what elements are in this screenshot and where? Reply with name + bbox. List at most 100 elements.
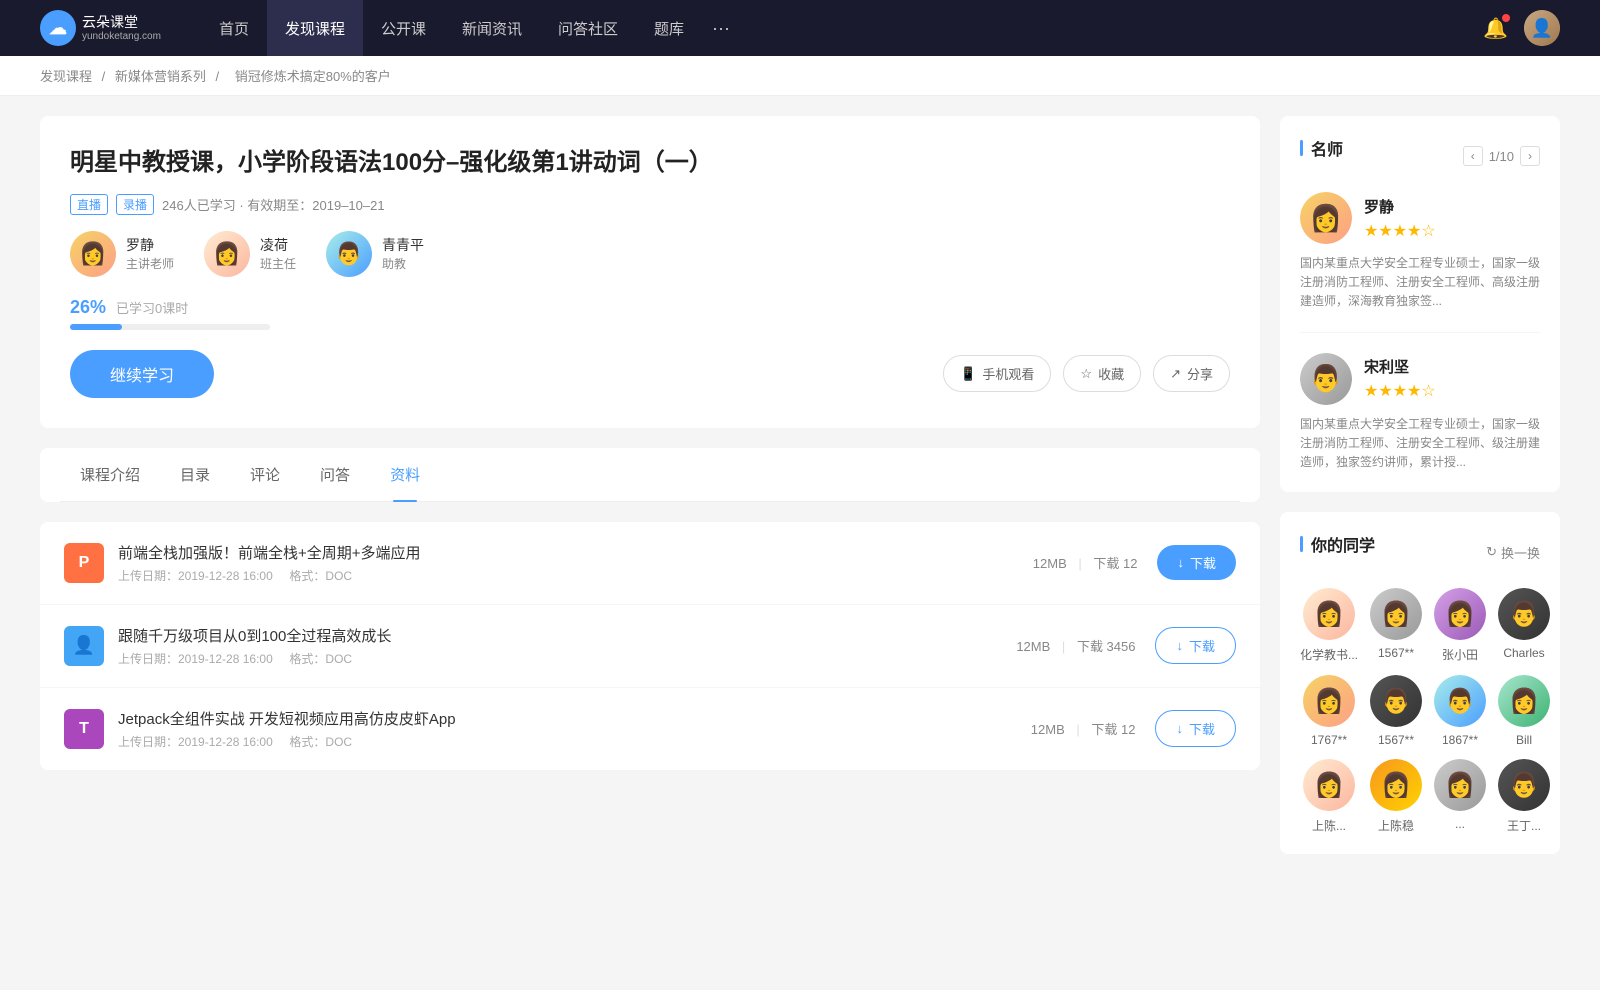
classmate-item-7: 👩 Bill [1498,675,1550,747]
resource-title-2: Jetpack全组件实战 开发短视频应用高仿皮皮虾App [118,708,1031,729]
share-button[interactable]: ↗ 分享 [1153,355,1230,392]
star-icon: ☆ [1080,366,1092,382]
download-button-0[interactable]: ↓ 下载 [1157,545,1236,580]
classmate-item-11: 👨 王丁... [1498,759,1550,834]
pagination-next[interactable]: › [1520,146,1540,166]
course-actions: 继续学习 📱 手机观看 ☆ 收藏 ↗ 分享 [70,350,1230,398]
download-button-1[interactable]: ↓ 下载 [1155,627,1236,664]
resource-stats-2: 12MB | 下载 12 [1031,719,1136,738]
tab-catalog[interactable]: 目录 [160,448,230,501]
teacher-name-1: 凌荷 [260,235,296,255]
course-header-card: 明星中教授课，小学阶段语法100分–强化级第1讲动词（一） 直播 录播 246人… [40,116,1260,428]
tab-review[interactable]: 评论 [230,448,300,501]
teachers-card: 名师 ‹ 1/10 › 👩 罗静 ★★★★☆ [1280,116,1560,492]
nav-news[interactable]: 新闻资讯 [444,0,540,56]
breadcrumb-series[interactable]: 新媒体营销系列 [115,69,206,84]
classmate-item-10: 👩 ... [1434,759,1486,834]
classmate-avatar-10: 👩 [1434,759,1486,811]
phone-watch-button[interactable]: 📱 手机观看 [943,355,1051,392]
pagination-prev[interactable]: ‹ [1463,146,1483,166]
resource-icon-2: T [64,709,104,749]
teacher-info-1: 凌荷 班主任 [260,235,296,272]
sidebar-teacher-1: 👨 宋利坚 ★★★★☆ 国内某重点大学安全工程专业硕士，国家一级注册消防工程师、… [1300,353,1540,473]
sidebar-teacher-name-1: 宋利坚 [1364,356,1436,377]
download-icon-1: ↓ [1176,638,1183,653]
sidebar-teacher-desc-1: 国内某重点大学安全工程专业硕士，国家一级注册消防工程师、注册安全工程师、级注册建… [1300,415,1540,473]
classmate-name-4: 1767** [1311,733,1347,747]
classmate-avatar-3: 👨 [1498,588,1550,640]
breadcrumb-discover[interactable]: 发现课程 [40,69,92,84]
share-label: 分享 [1187,364,1213,383]
progress-bar-bg [70,324,270,330]
nav-discover[interactable]: 发现课程 [267,0,363,56]
sidebar-teacher-stars-1: ★★★★☆ [1364,381,1436,401]
tab-qa[interactable]: 问答 [300,448,370,501]
nav-more[interactable]: ··· [702,0,740,56]
refresh-classmates-button[interactable]: ↻ 换一换 [1486,543,1540,562]
progress-desc: 已学习0课时 [116,298,188,317]
classmate-avatar-9: 👩 [1370,759,1422,811]
notification-bell[interactable]: 🔔 [1483,16,1508,41]
teacher-info-2: 青青平 助教 [382,235,424,272]
download-icon-2: ↓ [1176,721,1183,736]
nav-home[interactable]: 首页 [201,0,267,56]
teacher-info-0: 罗静 主讲老师 [126,235,174,272]
classmate-avatar-4: 👩 [1303,675,1355,727]
tag-live: 直播 [70,194,108,215]
classmate-name-0: 化学教书... [1300,646,1358,663]
nav-items: 首页 发现课程 公开课 新闻资讯 问答社区 题库 ··· [201,0,1483,56]
resource-info-2: Jetpack全组件实战 开发短视频应用高仿皮皮虾App 上传日期：2019-1… [118,708,1031,750]
action-buttons: 📱 手机观看 ☆ 收藏 ↗ 分享 [943,355,1230,392]
tab-intro[interactable]: 课程介绍 [60,448,160,501]
resource-list: P 前端全栈加强版！前端全栈+全周期+多端应用 上传日期：2019-12-28 … [40,522,1260,770]
classmates-card: 你的同学 ↻ 换一换 👩 化学教书... 👩 [1280,512,1560,854]
sidebar-teacher-0: 👩 罗静 ★★★★☆ 国内某重点大学安全工程专业硕士，国家一级注册消防工程师、注… [1300,192,1540,333]
classmate-name-7: Bill [1516,733,1532,747]
logo[interactable]: ☁ 云朵课堂 yundoketang.com [40,10,161,46]
classmate-item-1: 👩 1567** [1370,588,1422,663]
download-button-2[interactable]: ↓ 下载 [1155,710,1236,747]
teacher-role-2: 助教 [382,255,424,272]
resource-icon-1: 👤 [64,626,104,666]
navigation: ☁ 云朵课堂 yundoketang.com 首页 发现课程 公开课 新闻资讯 … [0,0,1600,56]
download-label-0: 下载 [1190,553,1216,572]
classmate-name-6: 1867** [1442,733,1478,747]
classmate-name-5: 1567** [1378,733,1414,747]
progress-percent: 26% [70,297,106,318]
progress-bar-fill [70,324,122,330]
resource-info-1: 跟随千万级项目从0到100全过程高效成长 上传日期：2019-12-28 16:… [118,625,1016,667]
progress-label: 26% 已学习0课时 [70,297,1230,318]
download-label-2: 下载 [1189,719,1215,738]
classmate-avatar-1: 👩 [1370,588,1422,640]
classmate-item-0: 👩 化学教书... [1300,588,1358,663]
classmate-avatar-11: 👨 [1498,759,1550,811]
classmate-avatar-0: 👩 [1303,588,1355,640]
continue-button[interactable]: 继续学习 [70,350,214,398]
tabs-card: 课程介绍 目录 评论 问答 资料 [40,448,1260,502]
classmate-name-9: 上陈稳 [1378,817,1414,834]
classmate-item-8: 👩 上陈... [1300,759,1358,834]
nav-open[interactable]: 公开课 [363,0,444,56]
main-container: 明星中教授课，小学阶段语法100分–强化级第1讲动词（一） 直播 录播 246人… [0,96,1600,894]
teachers-card-title: 名师 [1300,136,1343,160]
breadcrumb: 发现课程 / 新媒体营销系列 / 销冠修炼术搞定80%的客户 [0,56,1600,96]
logo-icon: ☁ [40,10,76,46]
classmates-grid: 👩 化学教书... 👩 1567** 👩 张小田 [1300,588,1540,834]
resource-item-1: 👤 跟随千万级项目从0到100全过程高效成长 上传日期：2019-12-28 1… [40,605,1260,688]
tab-resource[interactable]: 资料 [370,448,440,501]
resource-subtitle-1: 上传日期：2019-12-28 16:00 格式：DOC [118,650,1016,667]
nav-quiz[interactable]: 题库 [636,0,702,56]
phone-icon: 📱 [960,366,976,382]
classmate-name-2: 张小田 [1442,646,1478,663]
download-label-1: 下载 [1189,636,1215,655]
resource-subtitle-0: 上传日期：2019-12-28 16:00 格式：DOC [118,567,1033,584]
phone-watch-label: 手机观看 [982,364,1034,383]
nav-qa[interactable]: 问答社区 [540,0,636,56]
user-avatar[interactable]: 👤 [1524,10,1560,46]
collect-button[interactable]: ☆ 收藏 [1063,355,1141,392]
resource-stats-0: 12MB | 下载 12 [1033,553,1138,572]
sidebar-teacher-avatar-1: 👨 [1300,353,1352,405]
classmate-item-9: 👩 上陈稳 [1370,759,1422,834]
classmate-avatar-2: 👩 [1434,588,1486,640]
teacher-name-2: 青青平 [382,235,424,255]
